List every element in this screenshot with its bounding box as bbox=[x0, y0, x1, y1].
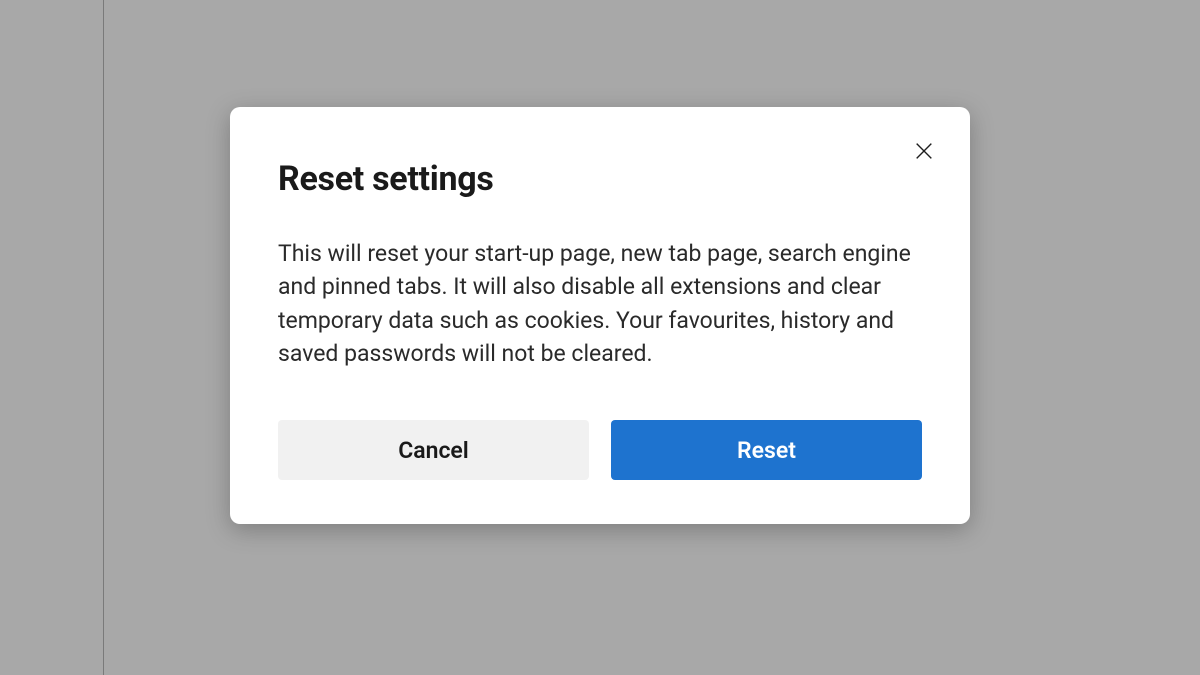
reset-button[interactable]: Reset bbox=[611, 420, 922, 480]
dialog-body-text: This will reset your start-up page, new … bbox=[278, 237, 922, 370]
close-icon bbox=[913, 140, 935, 162]
dialog-button-row: Cancel Reset bbox=[278, 420, 922, 480]
dialog-title: Reset settings bbox=[278, 159, 922, 199]
panel-divider bbox=[103, 0, 104, 675]
cancel-button[interactable]: Cancel bbox=[278, 420, 589, 480]
close-button[interactable] bbox=[908, 135, 940, 167]
reset-settings-dialog: Reset settings This will reset your star… bbox=[230, 107, 970, 524]
